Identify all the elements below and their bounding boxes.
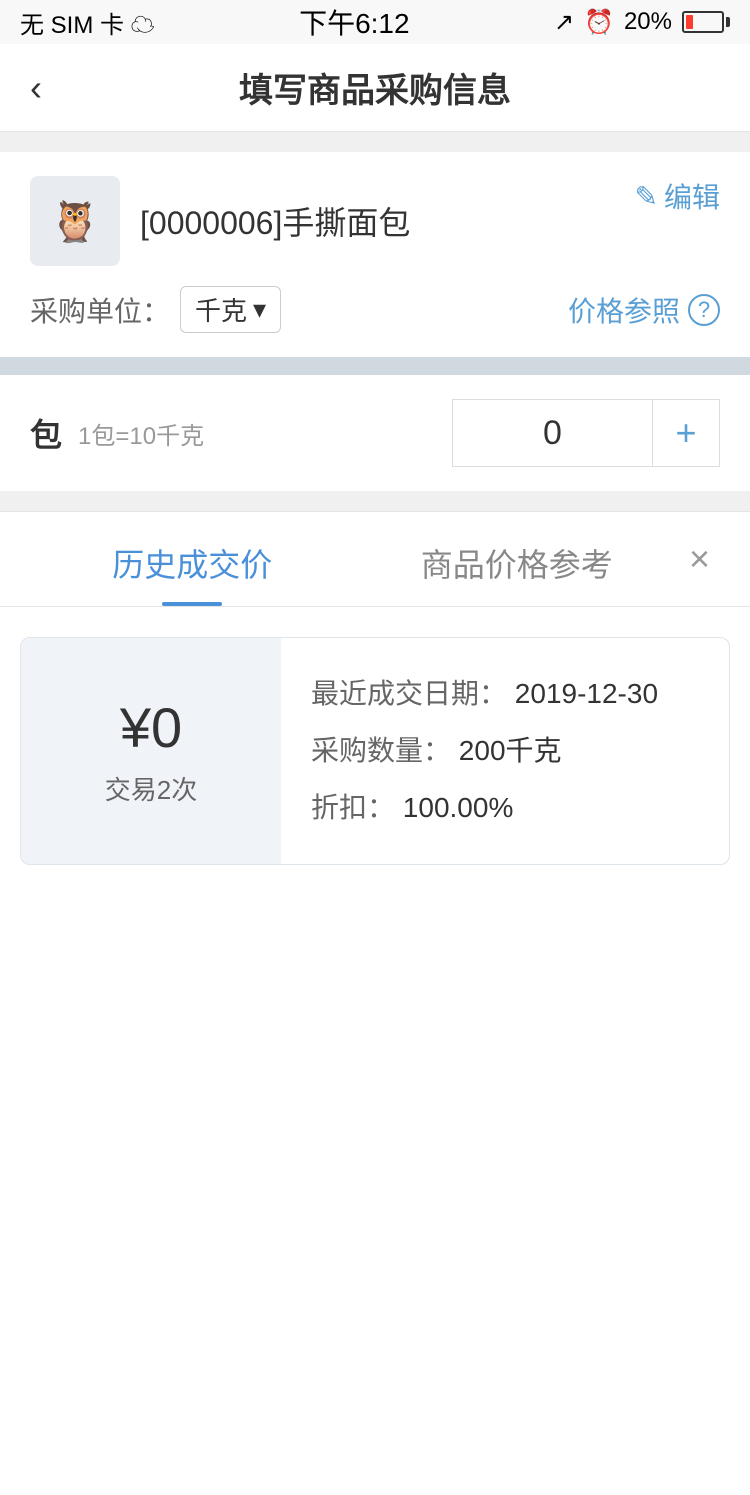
tab-history-price[interactable]: 历史成交价 bbox=[30, 512, 354, 606]
purchase-qty-label: 采购数量： bbox=[311, 735, 451, 766]
product-thumbnail-icon: 🦉 bbox=[50, 198, 100, 245]
history-price-value: ¥0 bbox=[120, 695, 182, 760]
page-title: 填写商品采购信息 bbox=[239, 63, 511, 112]
discount-row: 折扣： 100.00% bbox=[311, 788, 699, 827]
product-unit-row: 采购单位： 千克 ▾ 价格参照 ? bbox=[30, 286, 720, 333]
quantity-conversion: 1包=10千克 bbox=[78, 416, 204, 451]
unit-label: 采购单位： bbox=[30, 290, 170, 330]
status-time: 下午6:12 bbox=[299, 2, 410, 42]
quantity-plus-button[interactable]: + bbox=[652, 399, 720, 467]
discount-value: 100.00% bbox=[403, 792, 514, 823]
back-button[interactable]: ‹ bbox=[30, 67, 42, 109]
quantity-input[interactable]: 0 bbox=[452, 399, 652, 467]
quantity-input-area: 0 + bbox=[452, 399, 720, 467]
purchase-qty-row: 采购数量： 200千克 bbox=[311, 731, 699, 770]
product-name: [0000006]手撕面包 bbox=[140, 198, 410, 244]
unit-select[interactable]: 千克 ▾ bbox=[180, 286, 281, 333]
status-right: ↗ ⏰ 20% bbox=[554, 8, 730, 37]
divider-band bbox=[0, 357, 750, 375]
battery-icon bbox=[682, 11, 730, 33]
status-bar: 无 SIM 卡 ☁ 下午6:12 ↗ ⏰ 20% bbox=[0, 0, 750, 44]
location-icon: ↗ bbox=[554, 8, 574, 37]
chevron-down-icon: ▾ bbox=[253, 294, 266, 325]
bottom-panel: 历史成交价 商品价格参考 × ¥0 交易2次 最近成交日期： 2019-12-3… bbox=[0, 511, 750, 1495]
quantity-label: 包 1包=10千克 bbox=[30, 410, 204, 456]
discount-label: 折扣： bbox=[311, 792, 395, 823]
latest-date-value: 2019-12-30 bbox=[515, 678, 658, 709]
history-price-card: ¥0 交易2次 最近成交日期： 2019-12-30 采购数量： 200千克 折… bbox=[20, 637, 730, 865]
price-ref-label: 价格参照 bbox=[568, 290, 680, 330]
nav-bar: ‹ 填写商品采购信息 bbox=[0, 44, 750, 132]
help-icon: ? bbox=[688, 294, 720, 326]
tab-product-price-ref[interactable]: 商品价格参考 bbox=[354, 512, 678, 606]
product-image: 🦉 bbox=[30, 176, 120, 266]
product-header: 🦉 [0000006]手撕面包 ✎ 编辑 bbox=[30, 176, 720, 266]
history-price-left: ¥0 交易2次 bbox=[21, 638, 281, 864]
edit-label: 编辑 bbox=[664, 176, 720, 216]
price-ref-button[interactable]: 价格参照 ? bbox=[568, 290, 720, 330]
tabs-row: 历史成交价 商品价格参考 × bbox=[0, 512, 750, 607]
edit-icon: ✎ bbox=[635, 180, 658, 213]
latest-date-label: 最近成交日期： bbox=[311, 678, 507, 709]
trade-count: 交易2次 bbox=[105, 770, 197, 807]
product-left: 🦉 [0000006]手撕面包 bbox=[30, 176, 410, 266]
status-left: 无 SIM 卡 ☁ bbox=[20, 5, 155, 40]
history-price-right: 最近成交日期： 2019-12-30 采购数量： 200千克 折扣： 100.0… bbox=[281, 638, 729, 864]
footer-space bbox=[0, 895, 750, 1495]
tab-underline bbox=[162, 602, 222, 606]
edit-button[interactable]: ✎ 编辑 bbox=[635, 176, 720, 216]
quantity-row: 包 1包=10千克 0 + bbox=[0, 375, 750, 491]
product-card: 🦉 [0000006]手撕面包 ✎ 编辑 采购单位： 千克 ▾ 价格参照 ? bbox=[0, 152, 750, 357]
latest-date-row: 最近成交日期： 2019-12-30 bbox=[311, 674, 699, 713]
unit-value: 千克 bbox=[195, 291, 247, 328]
quantity-unit: 包 bbox=[30, 410, 62, 456]
close-panel-button[interactable]: × bbox=[679, 518, 720, 600]
alarm-icon: ⏰ bbox=[584, 8, 614, 37]
purchase-qty-value: 200千克 bbox=[459, 735, 562, 766]
sim-status: 无 SIM 卡 ☁ bbox=[20, 5, 155, 40]
battery-percent: 20% bbox=[624, 8, 672, 36]
